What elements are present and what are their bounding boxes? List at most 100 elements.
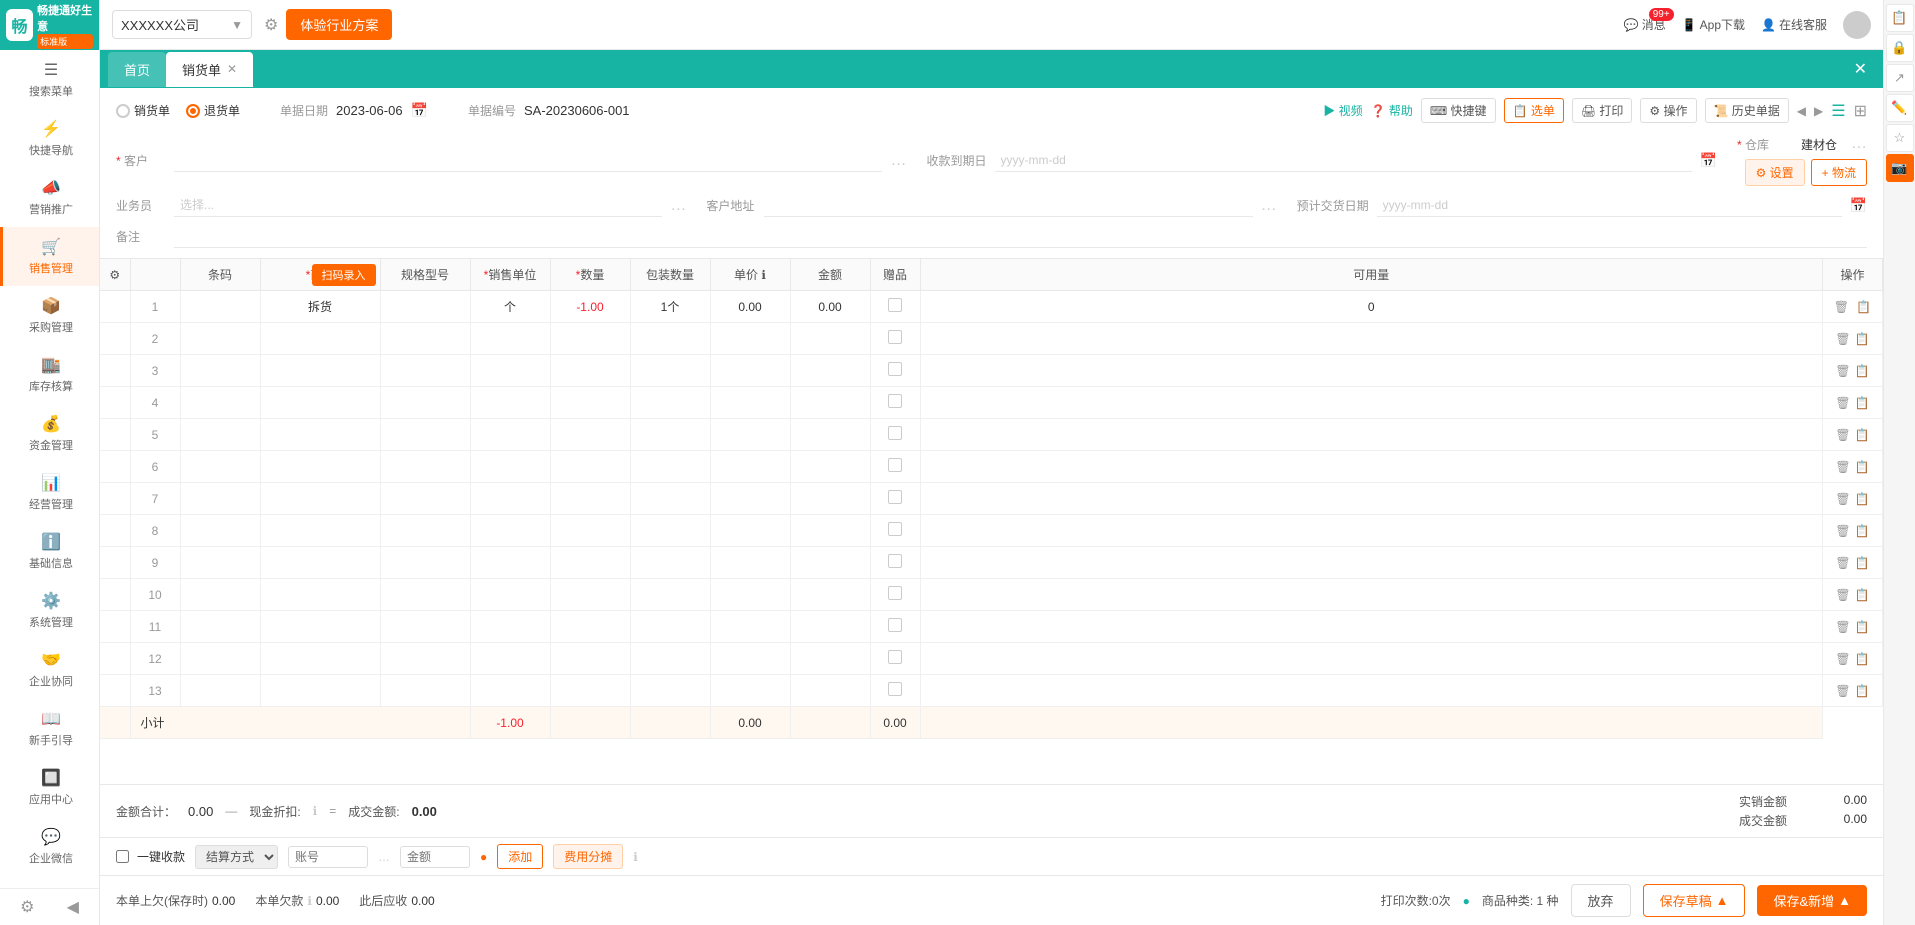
gift-checkbox[interactable] bbox=[888, 362, 902, 376]
dots-icon[interactable]: … bbox=[378, 850, 390, 864]
copy-icon[interactable]: 📋 bbox=[1855, 492, 1870, 506]
sidebar-item-finance[interactable]: 💰 资金管理 bbox=[0, 404, 99, 463]
help-link[interactable]: ❓ 帮助 bbox=[1371, 102, 1413, 119]
sidebar-item-management[interactable]: 📊 经营管理 bbox=[0, 463, 99, 522]
collection-cal-icon[interactable]: 📅 bbox=[1700, 152, 1717, 169]
sidebar-item-sales[interactable]: 🛒 销售管理 bbox=[0, 227, 99, 286]
amount-input[interactable] bbox=[400, 846, 470, 868]
copy-icon[interactable]: 📋 bbox=[1855, 428, 1870, 442]
sidebar-item-search[interactable]: ☰ 搜索菜单 bbox=[0, 50, 99, 109]
right-btn-2[interactable]: 🔒 bbox=[1886, 34, 1914, 62]
radio-return-order[interactable]: 退货单 bbox=[186, 102, 240, 119]
row-pkg[interactable]: 1个 bbox=[630, 291, 710, 323]
select-btn[interactable]: 📋 选单 bbox=[1504, 98, 1564, 123]
row-spec[interactable] bbox=[380, 291, 470, 323]
copy-icon[interactable]: 📋 bbox=[1855, 684, 1870, 698]
right-btn-1[interactable]: 📋 bbox=[1886, 4, 1914, 32]
note-input[interactable] bbox=[174, 225, 1867, 248]
copy-icon[interactable]: 📋 bbox=[1855, 652, 1870, 666]
scan-button[interactable]: 扫码录入 bbox=[312, 264, 376, 286]
draft-chevron-icon[interactable]: ▲ bbox=[1716, 893, 1729, 908]
tab-home[interactable]: 首页 bbox=[108, 52, 166, 87]
settings-gear-icon[interactable]: ⚙ bbox=[264, 15, 278, 35]
message-button[interactable]: 💬 消息 99+ bbox=[1624, 16, 1666, 33]
operation-btn[interactable]: ⚙ 操作 bbox=[1640, 98, 1696, 123]
collection-date-input[interactable] bbox=[995, 149, 1692, 172]
right-btn-4[interactable]: ✏️ bbox=[1886, 94, 1914, 122]
gift-checkbox[interactable] bbox=[888, 426, 902, 440]
sidebar-item-enterprise[interactable]: 🤝 企业协同 bbox=[0, 640, 99, 699]
delete-icon[interactable]: 🗑 bbox=[1835, 524, 1850, 538]
save-new-chevron-icon[interactable]: ▲ bbox=[1838, 893, 1851, 908]
sidebar-collapse-icon[interactable]: ◀ bbox=[67, 897, 79, 917]
trial-button[interactable]: 体验行业方案 bbox=[286, 9, 392, 40]
next-icon[interactable]: ▶ bbox=[1814, 104, 1823, 118]
delete-icon[interactable]: 🗑 bbox=[1835, 332, 1850, 346]
sidebar-item-basic[interactable]: ℹ️ 基础信息 bbox=[0, 522, 99, 581]
company-selector[interactable]: XXXXXX公司 ▼ bbox=[112, 10, 252, 39]
tab-close-icon[interactable]: ✕ bbox=[227, 62, 237, 76]
sidebar-item-purchase[interactable]: 📦 采购管理 bbox=[0, 286, 99, 345]
copy-icon[interactable]: 📋 bbox=[1855, 364, 1870, 378]
calendar-icon[interactable]: 📅 bbox=[411, 102, 428, 119]
copy-icon[interactable]: 📋 bbox=[1855, 620, 1870, 634]
gift-checkbox[interactable] bbox=[888, 522, 902, 536]
history-btn[interactable]: 📜 历史单据 bbox=[1705, 98, 1789, 123]
account-input[interactable] bbox=[288, 846, 368, 868]
tab-sales-order[interactable]: 销货单 ✕ bbox=[166, 52, 253, 87]
one-click-payment[interactable]: 一键收款 bbox=[116, 848, 185, 865]
online-service-button[interactable]: 👤 在线客服 bbox=[1761, 16, 1827, 33]
delete-icon[interactable]: 🗑 bbox=[1835, 428, 1850, 442]
copy-icon[interactable]: 📋 bbox=[1856, 300, 1871, 314]
setting-button[interactable]: ⚙ 设置 bbox=[1745, 159, 1805, 186]
copy-icon[interactable]: 📋 bbox=[1855, 524, 1870, 538]
warehouse-dots-icon[interactable]: … bbox=[1851, 135, 1867, 153]
gift-checkbox[interactable] bbox=[888, 554, 902, 568]
payment-method-select[interactable]: 结算方式 bbox=[195, 845, 278, 869]
delete-icon[interactable]: 🗑 bbox=[1835, 396, 1850, 410]
sidebar-item-system[interactable]: ⚙️ 系统管理 bbox=[0, 581, 99, 640]
delete-icon[interactable]: 🗑 bbox=[1835, 364, 1850, 378]
sidebar-item-guide[interactable]: 📖 新手引导 bbox=[0, 699, 99, 758]
prev-icon[interactable]: ◀ bbox=[1797, 104, 1806, 118]
gift-checkbox[interactable] bbox=[888, 298, 902, 312]
gift-checkbox[interactable] bbox=[888, 394, 902, 408]
copy-icon[interactable]: 📋 bbox=[1855, 460, 1870, 474]
help-circle-icon[interactable]: ℹ bbox=[313, 804, 318, 818]
sidebar-item-shortcut[interactable]: ⚡ 快捷导航 bbox=[0, 109, 99, 168]
delete-icon[interactable]: 🗑 bbox=[1835, 556, 1850, 570]
row-gift[interactable] bbox=[870, 291, 920, 323]
right-btn-6[interactable]: 📷 bbox=[1886, 154, 1914, 182]
video-link[interactable]: ▶ 视频 bbox=[1323, 102, 1362, 119]
save-new-button[interactable]: 保存&新增 ▲ bbox=[1757, 885, 1867, 916]
row-product[interactable]: 拆货 bbox=[260, 291, 380, 323]
right-btn-5[interactable]: ☆ bbox=[1886, 124, 1914, 152]
staff-input[interactable] bbox=[174, 194, 662, 217]
row-amount[interactable]: 0.00 bbox=[790, 291, 870, 323]
sidebar-item-marketing[interactable]: 📣 营销推广 bbox=[0, 168, 99, 227]
draft-button[interactable]: 保存草稿 ▲ bbox=[1643, 884, 1746, 917]
sidebar-item-member[interactable]: ♛ 畅会员 bbox=[0, 876, 99, 888]
addr-dots-icon[interactable]: … bbox=[1261, 197, 1277, 215]
expense-help-icon[interactable]: ℹ bbox=[633, 850, 638, 864]
delete-icon[interactable]: 🗑 bbox=[1834, 300, 1849, 314]
gift-checkbox[interactable] bbox=[888, 458, 902, 472]
copy-icon[interactable]: 📋 bbox=[1855, 332, 1870, 346]
payment-checkbox[interactable] bbox=[116, 850, 129, 863]
row-unit[interactable]: 个 bbox=[470, 291, 550, 323]
shortcut-btn[interactable]: ⌨ 快捷键 bbox=[1421, 98, 1496, 123]
expected-date-input[interactable] bbox=[1377, 194, 1842, 217]
customer-dots-icon[interactable]: … bbox=[890, 152, 906, 170]
print-btn[interactable]: 🖨 打印 bbox=[1572, 98, 1633, 123]
sidebar-item-wechat[interactable]: 💬 企业微信 bbox=[0, 817, 99, 876]
add-button[interactable]: 添加 bbox=[497, 844, 543, 869]
gift-checkbox[interactable] bbox=[888, 330, 902, 344]
sidebar-settings-icon[interactable]: ⚙ bbox=[20, 897, 34, 917]
expected-cal-icon[interactable]: 📅 bbox=[1850, 197, 1867, 214]
delete-icon[interactable]: 🗑 bbox=[1835, 652, 1850, 666]
debt-help-icon[interactable]: ℹ bbox=[307, 894, 312, 908]
row-price[interactable]: 0.00 bbox=[710, 291, 790, 323]
delete-icon[interactable]: 🗑 bbox=[1835, 684, 1850, 698]
delete-icon[interactable]: 🗑 bbox=[1835, 460, 1850, 474]
expense-button[interactable]: 费用分摊 bbox=[553, 844, 623, 869]
